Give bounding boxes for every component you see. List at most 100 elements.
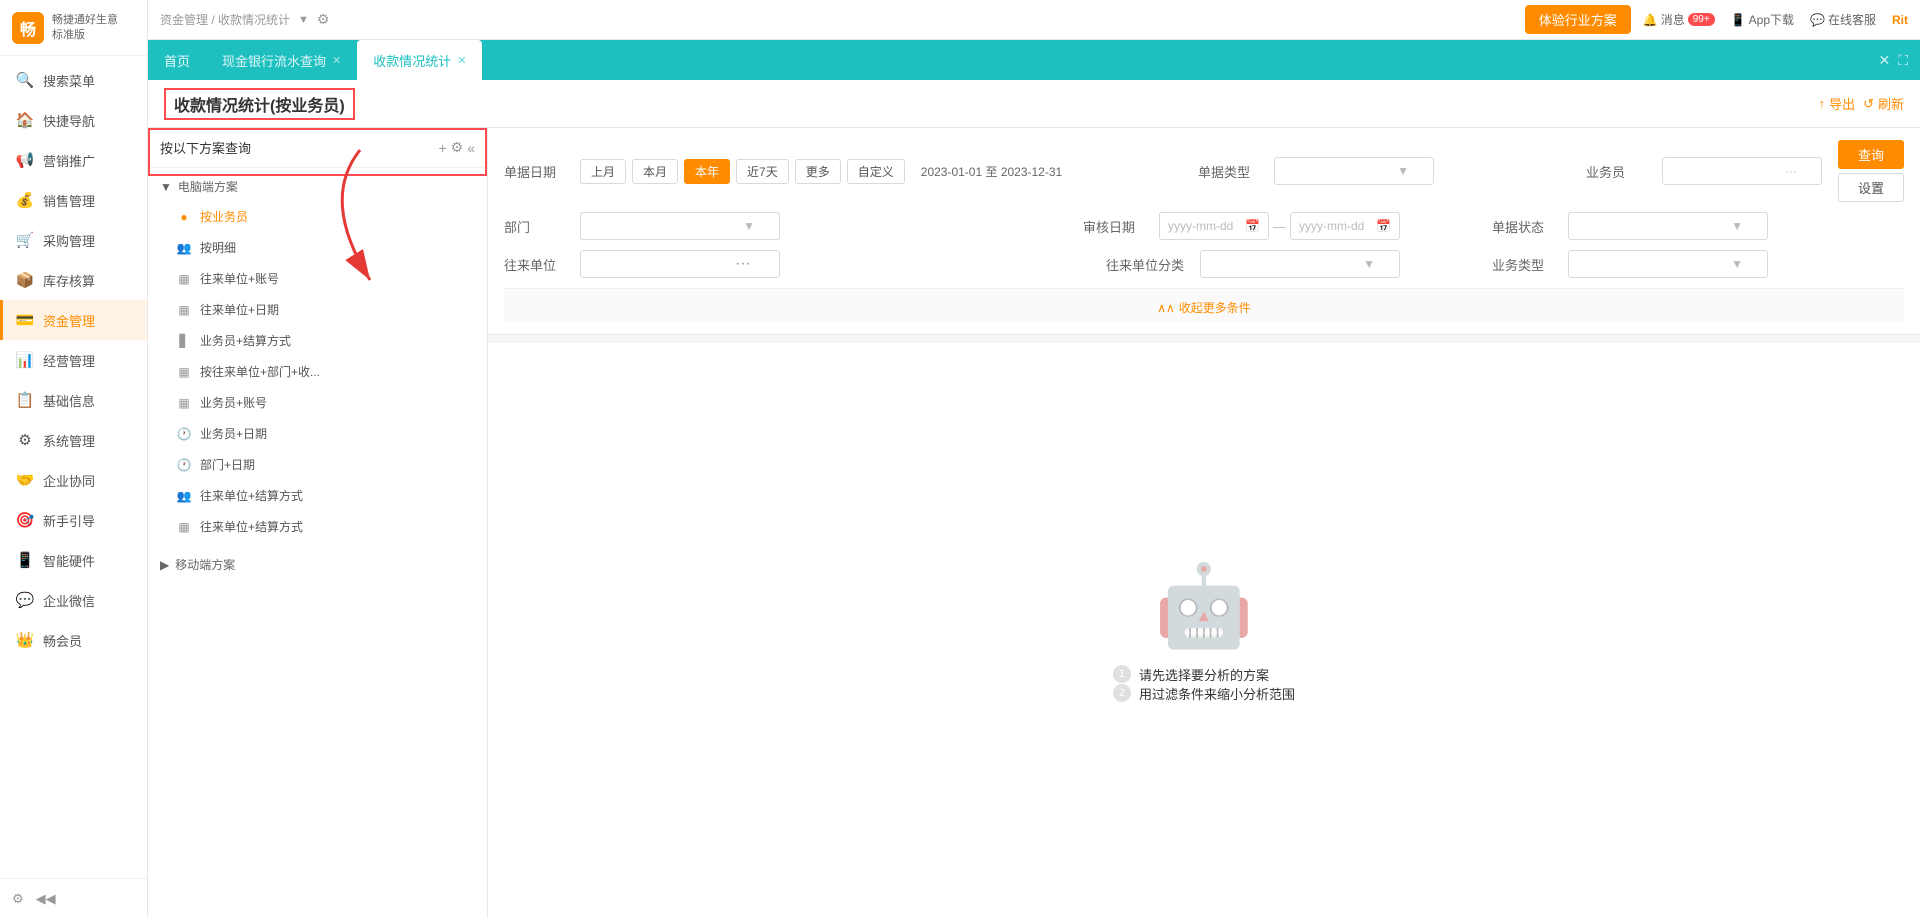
tab-receipt[interactable]: 收款情况统计 ✕	[357, 40, 482, 80]
export-icon: ↑	[1819, 96, 1826, 111]
scheme-item-label: 业务员+账号	[200, 394, 267, 411]
voucher-status-label: 单据状态	[1492, 217, 1552, 236]
sidebar-item-corp[interactable]: 🤝 企业协同	[0, 460, 147, 500]
refresh-button[interactable]: ↺ 刷新	[1863, 94, 1904, 113]
date-picker-group: yyyy-mm-dd 📅 — yyyy-mm-dd 📅	[1159, 212, 1400, 240]
trial-button[interactable]: 体验行业方案	[1525, 5, 1631, 34]
sidebar-item-hardware[interactable]: 📱 智能硬件	[0, 540, 147, 580]
scheme-item-counterparty-date[interactable]: ▦ 往来单位+日期	[148, 294, 487, 325]
salesperson-active-icon: ●	[176, 209, 192, 225]
home-icon: 🏠	[15, 111, 35, 129]
sidebar-item-inventory[interactable]: 📦 库存核算	[0, 260, 147, 300]
table4-icon: ▦	[176, 395, 192, 411]
salesperson-select[interactable]: ···	[1662, 157, 1822, 185]
scheme-item-label: 往来单位+日期	[200, 301, 279, 318]
date-last-month[interactable]: 上月	[580, 159, 626, 184]
tab-expand[interactable]: ⛶	[1898, 52, 1908, 69]
scheme-collapse-button[interactable]: «	[467, 140, 475, 156]
scheme-section-mobile-title[interactable]: ▶ 移动端方案	[148, 550, 487, 579]
scheme-settings-button[interactable]: ⚙	[451, 139, 464, 156]
date-7days[interactable]: 近7天	[736, 159, 789, 184]
sidebar-item-quicknav[interactable]: 🏠 快捷导航	[0, 100, 147, 140]
scheme-item-dept-date[interactable]: 🕐 部门+日期	[148, 449, 487, 480]
date-custom[interactable]: 自定义	[847, 159, 905, 184]
tab-close-all[interactable]: ✕	[1878, 52, 1890, 69]
online-service-button[interactable]: 💬 在线客服	[1810, 11, 1876, 28]
sidebar-item-label: 系统管理	[43, 431, 95, 450]
sidebar-item-marketing[interactable]: 📢 营销推广	[0, 140, 147, 180]
scheme-header: 按以下方案查询 + ⚙ «	[148, 128, 487, 168]
tab-home[interactable]: 首页	[148, 51, 206, 70]
date-more[interactable]: 更多	[795, 159, 841, 184]
table3-icon: ▦	[176, 364, 192, 380]
counterparty-category-label: 往来单位分类	[1106, 255, 1184, 274]
hardware-icon: 📱	[15, 551, 35, 569]
sidebar-item-label: 快捷导航	[43, 111, 95, 130]
tab-receipt-close[interactable]: ✕	[457, 54, 466, 67]
scheme-item-salesperson-settlement[interactable]: ▋ 业务员+结算方式	[148, 325, 487, 356]
sidebar-item-search[interactable]: 🔍 搜索菜单	[0, 60, 147, 100]
sidebar-item-label: 企业微信	[43, 591, 95, 610]
sidebar-item-basic[interactable]: 📋 基础信息	[0, 380, 147, 420]
empty-robot-icon: 🤖	[1154, 559, 1254, 653]
export-button[interactable]: ↑ 导出	[1819, 94, 1856, 113]
top-bar-left: 资金管理 / 收款情况统计 ▼ ⚙	[160, 11, 1525, 28]
scheme-item-label: 业务员+结算方式	[200, 332, 291, 349]
calendar2-icon: 📅	[1376, 219, 1391, 233]
gear-button[interactable]: ⚙	[317, 11, 330, 28]
scheme-item-salesperson-account[interactable]: ▦ 业务员+账号	[148, 387, 487, 418]
collapse-sidebar-icon[interactable]: ◀◀	[36, 891, 56, 907]
chevron-down-icon: ▼	[160, 180, 172, 194]
collapse-button[interactable]: ∧∧ 收起更多条件	[520, 299, 1888, 316]
chevron-down3-icon: ▼	[1731, 219, 1743, 233]
sidebar-item-system[interactable]: ⚙ 系统管理	[0, 420, 147, 460]
date-this-month[interactable]: 本月	[632, 159, 678, 184]
scheme-item-counterparty-account[interactable]: ▦ 往来单位+账号	[148, 263, 487, 294]
sidebar-item-purchase[interactable]: 🛒 采购管理	[0, 220, 147, 260]
user-avatar[interactable]: Rit	[1892, 13, 1908, 27]
counterparty-select[interactable]: ···	[580, 250, 780, 278]
scheme-item-by-detail[interactable]: 👥 按明细	[148, 232, 487, 263]
scheme-item-counterparty-settlement2[interactable]: ▦ 往来单位+结算方式	[148, 511, 487, 542]
settings-bottom-icon[interactable]: ⚙	[12, 891, 24, 907]
voucher-type-select[interactable]: ▼	[1274, 157, 1434, 185]
scheme-section-pc-title[interactable]: ▼ 电脑端方案	[148, 172, 487, 201]
query-button[interactable]: 查询	[1838, 140, 1904, 169]
scheme-item-salesperson-date[interactable]: 🕐 业务员+日期	[148, 418, 487, 449]
date-range-display: 2023-01-01 至 2023-12-31	[921, 163, 1062, 180]
scheme-item-counterparty-settlement1[interactable]: 👥 往来单位+结算方式	[148, 480, 487, 511]
chevron-down4-icon: ▼	[1363, 257, 1375, 271]
message-button[interactable]: 🔔 消息 99+	[1643, 11, 1715, 28]
sidebar-item-finance[interactable]: 💳 资金管理	[0, 300, 147, 340]
dropdown-icon[interactable]: ▼	[298, 14, 309, 26]
review-date-end[interactable]: yyyy-mm-dd 📅	[1290, 212, 1400, 240]
business-type-select[interactable]: ▼	[1568, 250, 1768, 278]
sidebar-item-guide[interactable]: 🎯 新手引导	[0, 500, 147, 540]
tab-bank-close[interactable]: ✕	[332, 54, 341, 67]
date-separator: —	[1273, 219, 1286, 234]
section-mobile-label: 移动端方案	[175, 556, 235, 573]
scheme-icons: + ⚙ «	[438, 139, 475, 156]
counterparty-category-select[interactable]: ▼	[1200, 250, 1400, 278]
voucher-status-select[interactable]: ▼	[1568, 212, 1768, 240]
scheme-add-button[interactable]: +	[438, 140, 446, 156]
app-download-button[interactable]: 📱 App下载	[1731, 11, 1794, 28]
settings-button[interactable]: 设置	[1838, 173, 1904, 202]
scheme-panel: 按以下方案查询 + ⚙ « ▼ 电脑端方案 ● 按业务员	[148, 128, 488, 918]
sidebar-item-sales[interactable]: 💰 销售管理	[0, 180, 147, 220]
review-date-start[interactable]: yyyy-mm-dd 📅	[1159, 212, 1269, 240]
sidebar-item-wechat[interactable]: 💬 企业微信	[0, 580, 147, 620]
app-download-label: App下载	[1749, 11, 1794, 28]
sidebar-item-member[interactable]: 👑 畅会员	[0, 620, 147, 660]
filter-row-2: 部门 ▼ 审核日期 yyyy-mm-dd 📅 — yy	[504, 212, 1904, 240]
scheme-item-by-salesperson[interactable]: ● 按业务员	[148, 201, 487, 232]
department-select[interactable]: ▼	[580, 212, 780, 240]
scheme-item-label: 往来单位+结算方式	[200, 518, 303, 535]
scheme-item-counterparty-dept[interactable]: ▦ 按往来单位+部门+收...	[148, 356, 487, 387]
scheme-title: 按以下方案查询	[160, 138, 251, 157]
breadcrumb: 资金管理 / 收款情况统计	[160, 11, 290, 28]
date-this-year[interactable]: 本年	[684, 159, 730, 184]
tab-bank[interactable]: 现金银行流水查询 ✕	[206, 40, 357, 80]
empty-tips: 1 请先选择要分析的方案 2 用过滤条件来缩小分析范围	[1113, 665, 1295, 703]
sidebar-item-operation[interactable]: 📊 经营管理	[0, 340, 147, 380]
